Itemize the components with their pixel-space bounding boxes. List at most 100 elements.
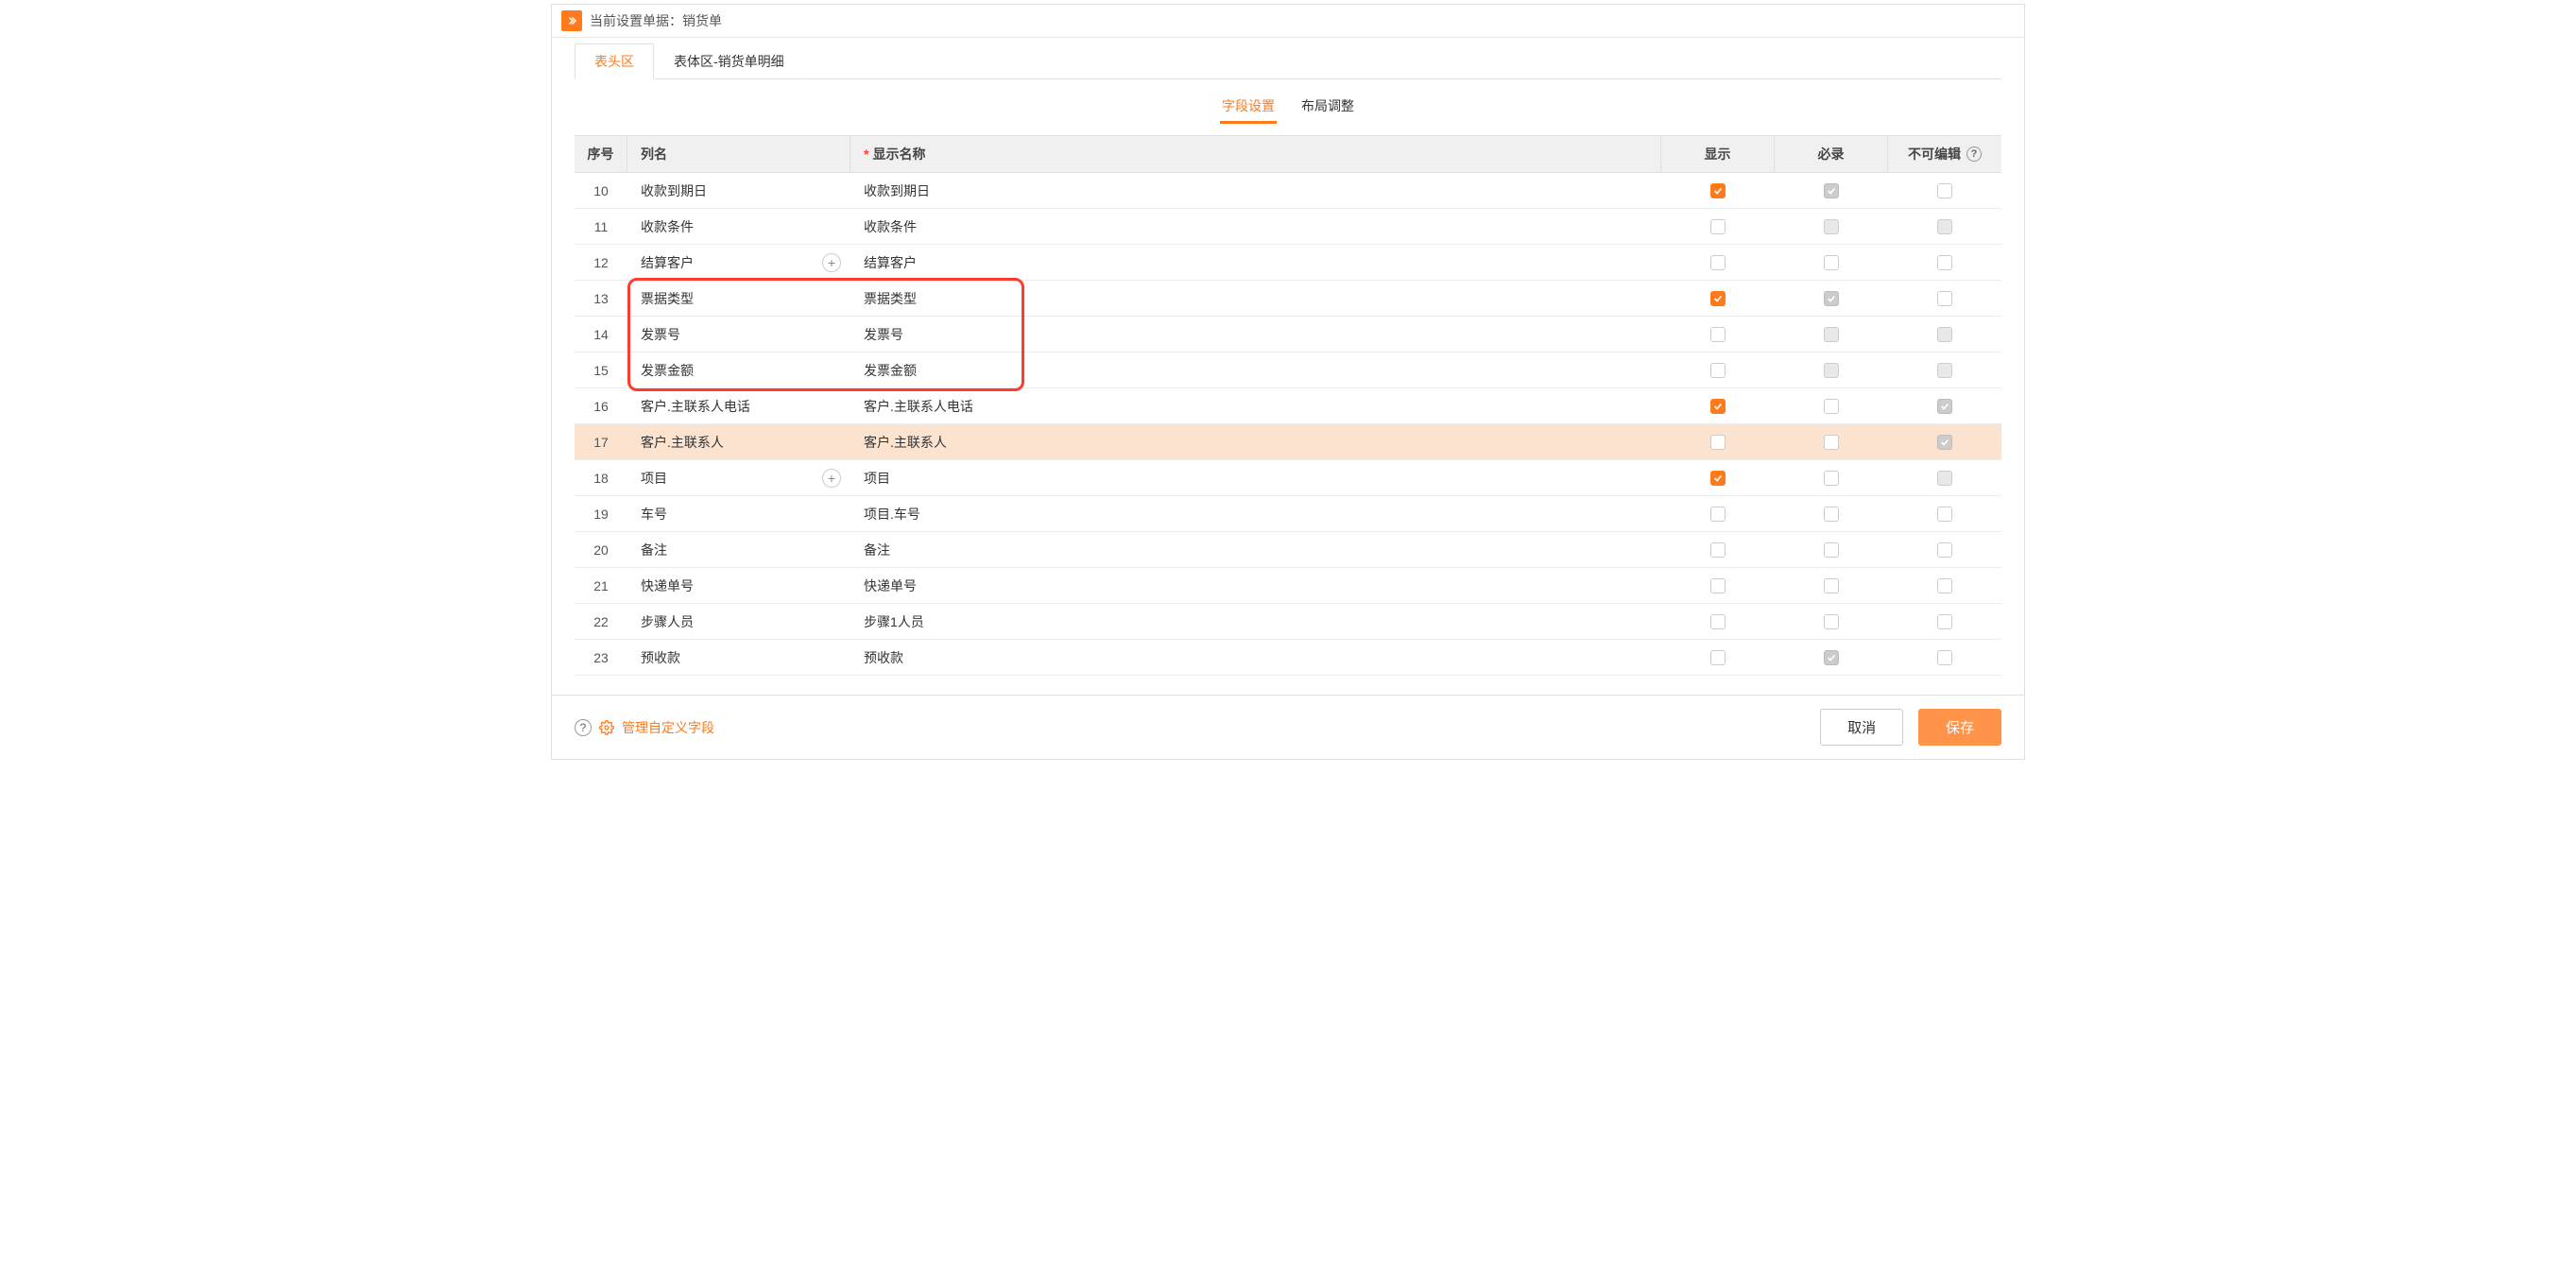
checkbox-show[interactable]	[1710, 542, 1726, 558]
cell-seq: 20	[575, 532, 627, 567]
checkbox-show[interactable]	[1710, 614, 1726, 629]
cell-colname: 车号	[627, 496, 850, 531]
cell-dispname[interactable]: 客户.主联系人	[850, 424, 1661, 459]
checkbox-required[interactable]	[1824, 614, 1839, 629]
cell-seq: 10	[575, 173, 627, 208]
cell-required	[1775, 640, 1888, 675]
checkbox-required[interactable]	[1824, 542, 1839, 558]
cell-show	[1661, 640, 1775, 675]
cell-dispname[interactable]: 预收款	[850, 640, 1661, 675]
save-button[interactable]: 保存	[1918, 709, 2001, 746]
table-row: 14发票号发票号	[575, 317, 2001, 352]
checkbox-show[interactable]	[1710, 435, 1726, 450]
checkbox-readonly[interactable]	[1937, 507, 1952, 522]
table-body: 10收款到期日收款到期日11收款条件收款条件12结算客户+结算客户13票据类型票…	[575, 173, 2001, 676]
cell-readonly	[1888, 496, 2001, 531]
cell-required	[1775, 460, 1888, 495]
header-colname: 列名	[627, 136, 850, 172]
checkbox-readonly[interactable]	[1937, 614, 1952, 629]
cell-show	[1661, 245, 1775, 280]
checkbox-show[interactable]	[1710, 507, 1726, 522]
cell-dispname[interactable]: 收款条件	[850, 209, 1661, 244]
checkbox-show[interactable]	[1710, 650, 1726, 665]
cell-seq: 23	[575, 640, 627, 675]
checkbox-readonly[interactable]	[1937, 183, 1952, 198]
cell-dispname[interactable]: 快递单号	[850, 568, 1661, 603]
colname-text: 结算客户	[641, 253, 694, 272]
cell-required	[1775, 424, 1888, 459]
cell-required	[1775, 173, 1888, 208]
cell-dispname[interactable]: 项目.车号	[850, 496, 1661, 531]
cell-readonly	[1888, 209, 2001, 244]
colname-text: 发票号	[641, 325, 680, 344]
add-sub-field-button[interactable]: +	[822, 469, 841, 488]
manage-custom-fields-link[interactable]: 管理自定义字段	[622, 718, 714, 737]
cell-show	[1661, 424, 1775, 459]
cell-readonly	[1888, 388, 2001, 423]
cell-required	[1775, 388, 1888, 423]
header-dispname: * 显示名称	[850, 136, 1661, 172]
cell-colname: 项目+	[627, 460, 850, 495]
checkbox-show[interactable]	[1710, 183, 1726, 198]
checkbox-required[interactable]	[1824, 578, 1839, 593]
checkbox-show[interactable]	[1710, 578, 1726, 593]
cell-readonly	[1888, 245, 2001, 280]
checkbox-show[interactable]	[1710, 291, 1726, 306]
sub-tab-1[interactable]: 布局调整	[1299, 91, 1356, 124]
cell-dispname[interactable]: 客户.主联系人电话	[850, 388, 1661, 423]
colname-text: 步骤人员	[641, 612, 694, 631]
help-icon[interactable]: ?	[1966, 146, 1982, 162]
cell-dispname[interactable]: 项目	[850, 460, 1661, 495]
checkbox-readonly	[1937, 219, 1952, 234]
checkbox-show[interactable]	[1710, 399, 1726, 414]
cell-show	[1661, 460, 1775, 495]
cell-dispname[interactable]: 结算客户	[850, 245, 1661, 280]
checkbox-required[interactable]	[1824, 471, 1839, 486]
checkbox-required[interactable]	[1824, 255, 1839, 270]
help-icon[interactable]: ?	[575, 719, 592, 736]
checkbox-required[interactable]	[1824, 435, 1839, 450]
cell-colname: 预收款	[627, 640, 850, 675]
add-sub-field-button[interactable]: +	[822, 253, 841, 272]
checkbox-readonly[interactable]	[1937, 542, 1952, 558]
checkbox-show[interactable]	[1710, 255, 1726, 270]
cell-dispname[interactable]: 步骤1人员	[850, 604, 1661, 639]
checkbox-required	[1824, 327, 1839, 342]
cell-show	[1661, 388, 1775, 423]
cell-colname: 客户.主联系人电话	[627, 388, 850, 423]
footer-bar: ? 管理自定义字段 取消 保存	[552, 695, 2024, 759]
checkbox-readonly[interactable]	[1937, 291, 1952, 306]
checkbox-show[interactable]	[1710, 363, 1726, 378]
colname-text: 客户.主联系人	[641, 433, 724, 452]
cell-colname: 收款条件	[627, 209, 850, 244]
cell-dispname[interactable]: 票据类型	[850, 281, 1661, 316]
checkbox-required[interactable]	[1824, 399, 1839, 414]
checkbox-readonly[interactable]	[1937, 255, 1952, 270]
table-row: 16客户.主联系人电话客户.主联系人电话	[575, 388, 2001, 424]
cell-seq: 11	[575, 209, 627, 244]
checkbox-readonly[interactable]	[1937, 578, 1952, 593]
sub-tab-0[interactable]: 字段设置	[1220, 91, 1277, 124]
primary-tab-0[interactable]: 表头区	[575, 43, 654, 79]
cell-seq: 13	[575, 281, 627, 316]
primary-tab-1[interactable]: 表体区-销货单明细	[654, 43, 804, 79]
checkbox-show[interactable]	[1710, 219, 1726, 234]
cell-readonly	[1888, 604, 2001, 639]
cell-dispname[interactable]: 收款到期日	[850, 173, 1661, 208]
cell-dispname[interactable]: 备注	[850, 532, 1661, 567]
checkbox-show[interactable]	[1710, 327, 1726, 342]
topbar: 当前设置单据：销货单	[552, 5, 2024, 38]
cell-show	[1661, 281, 1775, 316]
checkbox-required	[1824, 219, 1839, 234]
expand-sidebar-button[interactable]	[561, 10, 582, 31]
checkbox-readonly[interactable]	[1937, 650, 1952, 665]
cell-required	[1775, 568, 1888, 603]
checkbox-show[interactable]	[1710, 471, 1726, 486]
checkbox-required[interactable]	[1824, 507, 1839, 522]
cell-show	[1661, 317, 1775, 352]
cell-dispname[interactable]: 发票金额	[850, 352, 1661, 387]
colname-text: 收款条件	[641, 217, 694, 236]
cell-dispname[interactable]: 发票号	[850, 317, 1661, 352]
table-row: 20备注备注	[575, 532, 2001, 568]
cancel-button[interactable]: 取消	[1820, 709, 1903, 746]
